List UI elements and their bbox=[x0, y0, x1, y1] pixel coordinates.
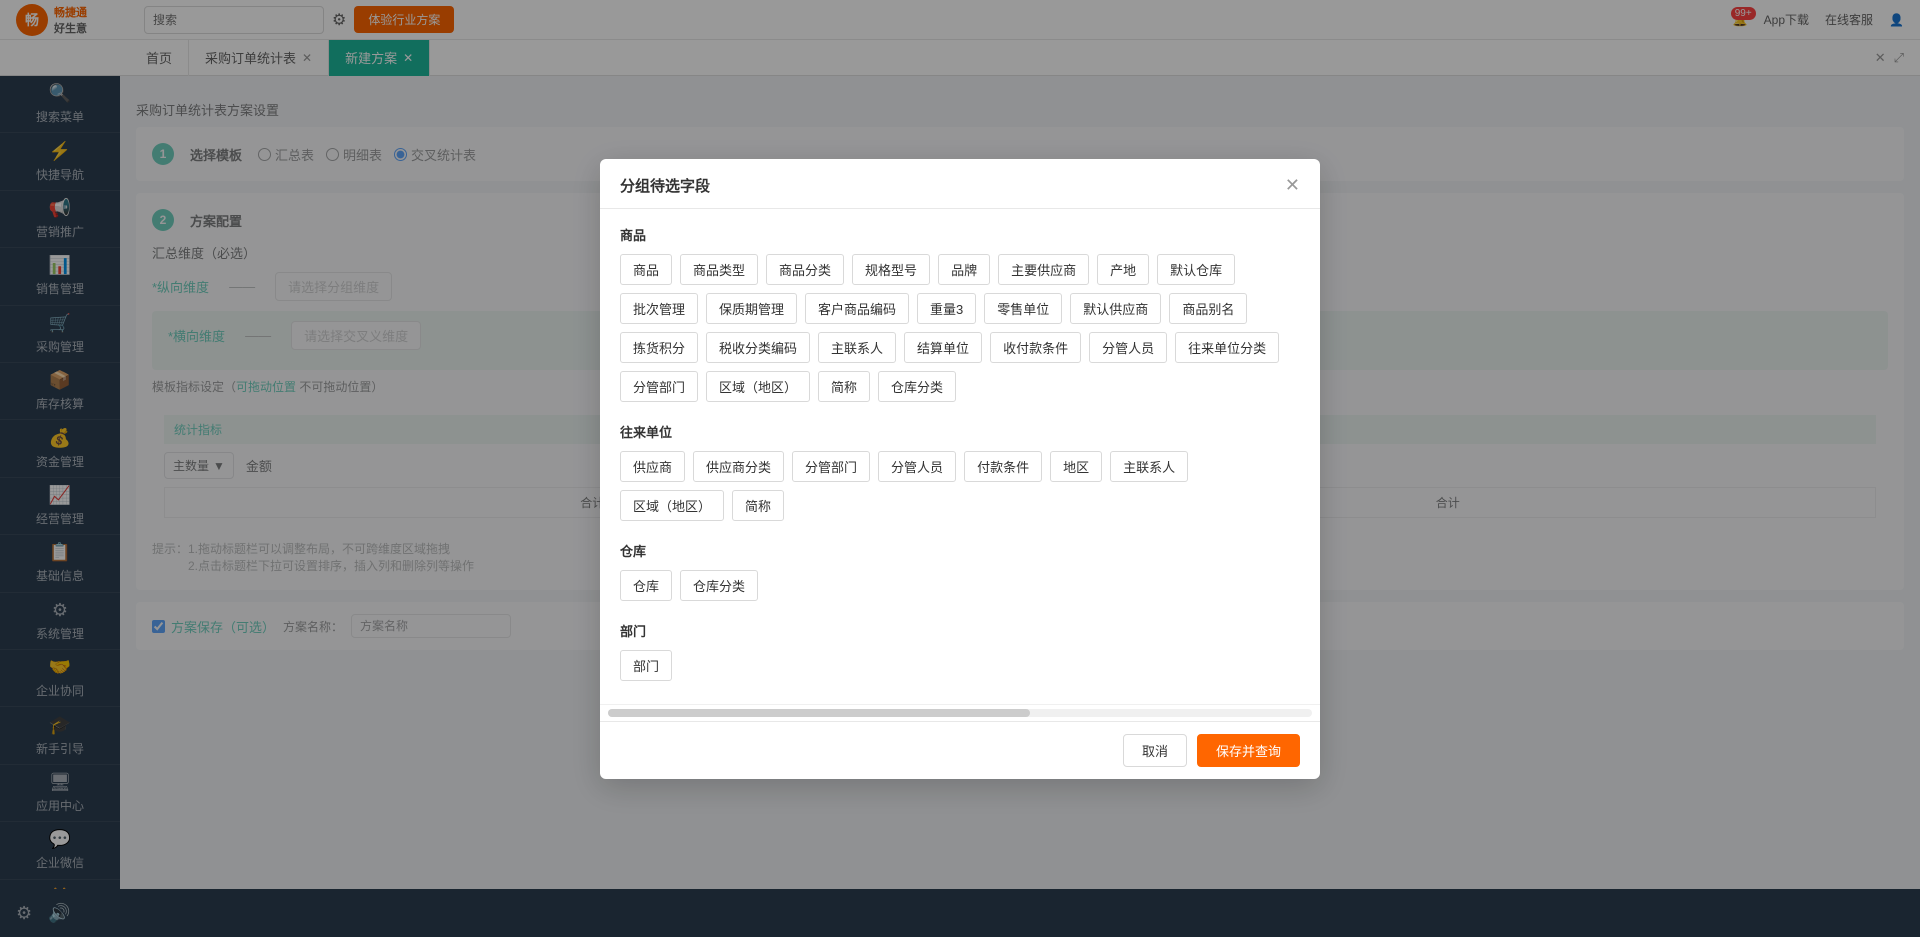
tag-product[interactable]: 商品 bbox=[620, 254, 672, 285]
modal-footer: 取消 保存并查询 bbox=[600, 721, 1320, 779]
tag-tax-code[interactable]: 税收分类编码 bbox=[706, 332, 810, 363]
tag-origin[interactable]: 产地 bbox=[1097, 254, 1149, 285]
modal-close-button[interactable]: ✕ bbox=[1285, 175, 1300, 196]
tag-batch-mgmt[interactable]: 批次管理 bbox=[620, 293, 698, 324]
tag-customer-code[interactable]: 客户商品编码 bbox=[805, 293, 909, 324]
tag-abbrev-2[interactable]: 简称 bbox=[732, 490, 784, 521]
tag-payment-terms[interactable]: 收付款条件 bbox=[990, 332, 1081, 363]
save-query-button[interactable]: 保存并查询 bbox=[1197, 734, 1300, 767]
tag-abbrev[interactable]: 简称 bbox=[818, 371, 870, 402]
modal-scroll-bar bbox=[600, 704, 1320, 721]
tag-main-contact-2[interactable]: 主联系人 bbox=[1110, 451, 1188, 482]
tag-main-contact[interactable]: 主联系人 bbox=[818, 332, 896, 363]
section-warehouse: 仓库 仓库 仓库分类 bbox=[620, 541, 1300, 601]
tag-main-supplier[interactable]: 主要供应商 bbox=[998, 254, 1089, 285]
modal-overlay: 分组待选字段 ✕ 商品 商品 商品类型 商品分类 规格型号 品牌 主要供应商 产… bbox=[0, 0, 1920, 937]
tag-region-2[interactable]: 区域（地区） bbox=[620, 490, 724, 521]
tag-default-supplier[interactable]: 默认供应商 bbox=[1070, 293, 1161, 324]
tag-area[interactable]: 地区 bbox=[1050, 451, 1102, 482]
section-department: 部门 部门 bbox=[620, 621, 1300, 681]
tag-supervisor[interactable]: 分管人员 bbox=[1089, 332, 1167, 363]
tag-brand[interactable]: 品牌 bbox=[938, 254, 990, 285]
section-warehouse-tags: 仓库 仓库分类 bbox=[620, 570, 1300, 601]
tag-supplier-category[interactable]: 供应商分类 bbox=[693, 451, 784, 482]
tag-product-alias[interactable]: 商品别名 bbox=[1169, 293, 1247, 324]
scrollbar-thumb bbox=[608, 709, 1030, 717]
tag-product-type[interactable]: 商品类型 bbox=[680, 254, 758, 285]
tag-warehouse[interactable]: 仓库 bbox=[620, 570, 672, 601]
tag-retail-unit[interactable]: 零售单位 bbox=[984, 293, 1062, 324]
section-counterpart: 往来单位 供应商 供应商分类 分管部门 分管人员 付款条件 地区 主联系人 区域… bbox=[620, 422, 1300, 521]
tag-warehouse-category[interactable]: 仓库分类 bbox=[878, 371, 956, 402]
tag-weight3[interactable]: 重量3 bbox=[917, 293, 976, 324]
tag-mgmt-dept[interactable]: 分管部门 bbox=[620, 371, 698, 402]
tag-region[interactable]: 区域（地区） bbox=[706, 371, 810, 402]
tag-settlement-unit[interactable]: 结算单位 bbox=[904, 332, 982, 363]
section-product-title: 商品 bbox=[620, 225, 1300, 244]
section-product-tags: 商品 商品类型 商品分类 规格型号 品牌 主要供应商 产地 默认仓库 批次管理 … bbox=[620, 254, 1300, 402]
tag-payment-cond[interactable]: 付款条件 bbox=[964, 451, 1042, 482]
section-warehouse-title: 仓库 bbox=[620, 541, 1300, 560]
tag-counterpart-category[interactable]: 往来单位分类 bbox=[1175, 332, 1279, 363]
section-department-tags: 部门 bbox=[620, 650, 1300, 681]
tag-dept[interactable]: 分管部门 bbox=[792, 451, 870, 482]
tag-pick-points[interactable]: 拣货积分 bbox=[620, 332, 698, 363]
section-department-title: 部门 bbox=[620, 621, 1300, 640]
tag-default-warehouse[interactable]: 默认仓库 bbox=[1157, 254, 1235, 285]
modal-body: 商品 商品 商品类型 商品分类 规格型号 品牌 主要供应商 产地 默认仓库 批次… bbox=[600, 209, 1320, 704]
tag-personnel[interactable]: 分管人员 bbox=[878, 451, 956, 482]
modal-header: 分组待选字段 ✕ bbox=[600, 159, 1320, 209]
tag-expiry-mgmt[interactable]: 保质期管理 bbox=[706, 293, 797, 324]
section-counterpart-tags: 供应商 供应商分类 分管部门 分管人员 付款条件 地区 主联系人 区域（地区） … bbox=[620, 451, 1300, 521]
section-counterpart-title: 往来单位 bbox=[620, 422, 1300, 441]
field-select-modal: 分组待选字段 ✕ 商品 商品 商品类型 商品分类 规格型号 品牌 主要供应商 产… bbox=[600, 159, 1320, 779]
cancel-button[interactable]: 取消 bbox=[1123, 734, 1187, 767]
tag-warehouse-cat[interactable]: 仓库分类 bbox=[680, 570, 758, 601]
tag-product-category[interactable]: 商品分类 bbox=[766, 254, 844, 285]
tag-supplier[interactable]: 供应商 bbox=[620, 451, 685, 482]
section-product: 商品 商品 商品类型 商品分类 规格型号 品牌 主要供应商 产地 默认仓库 批次… bbox=[620, 225, 1300, 402]
tag-spec-model[interactable]: 规格型号 bbox=[852, 254, 930, 285]
modal-title: 分组待选字段 bbox=[620, 175, 710, 196]
horizontal-scrollbar[interactable] bbox=[608, 709, 1312, 717]
tag-department[interactable]: 部门 bbox=[620, 650, 672, 681]
